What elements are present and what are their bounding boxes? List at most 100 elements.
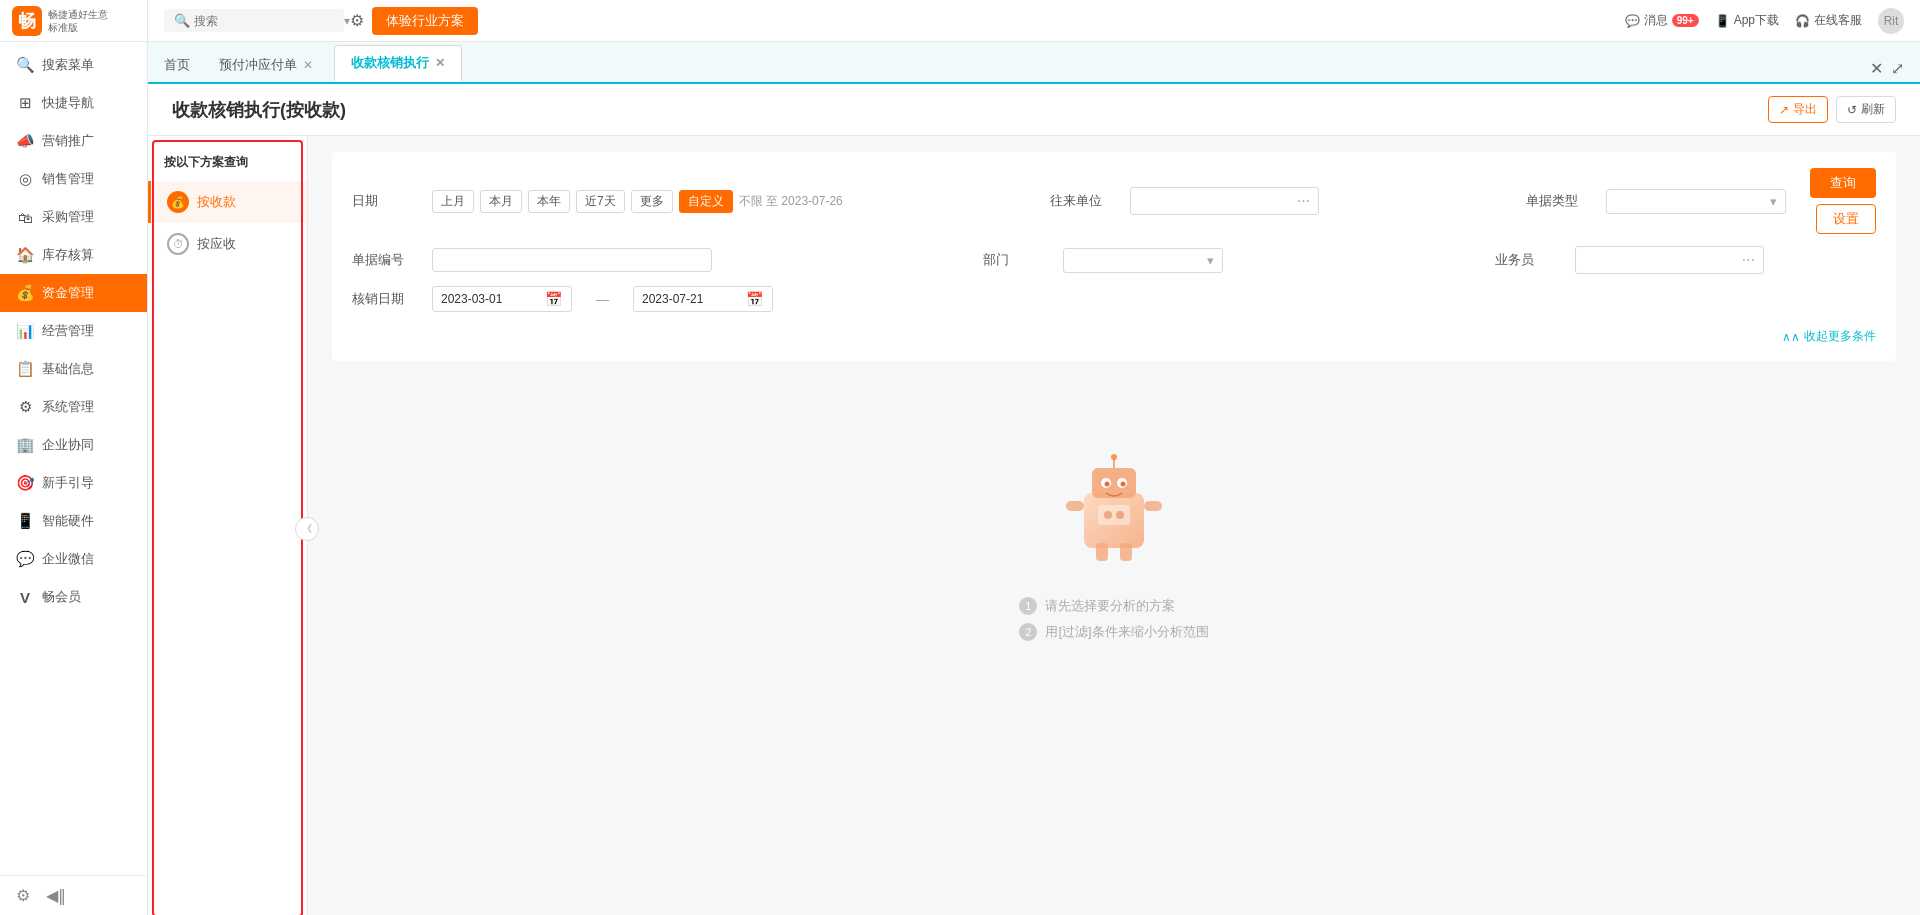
dept-select[interactable]: ▾: [1063, 248, 1223, 273]
sidebar-settings-icon[interactable]: ⚙: [16, 886, 30, 905]
tab-receiptvoid[interactable]: 收款核销执行 ✕: [334, 45, 462, 82]
tab-prepay[interactable]: 预付冲应付单 ✕: [202, 47, 330, 82]
sidebar-label-search: 搜索菜单: [42, 56, 94, 74]
date-btn-thisyear[interactable]: 本年: [528, 190, 570, 213]
sidebar-item-system[interactable]: ⚙ 系统管理: [0, 388, 147, 426]
right-content: 日期 上月 本月 本年 近7天 更多 自定义 不限 至 2023-07-26 往…: [308, 136, 1920, 915]
collapse-more-btn[interactable]: ∧∧ 收起更多条件: [1782, 328, 1876, 345]
date-filter-label: 日期: [352, 192, 408, 210]
staff-input[interactable]: [1584, 253, 1734, 267]
sidebar-item-finance[interactable]: 💰 资金管理: [0, 274, 147, 312]
solution-button[interactable]: 体验行业方案: [372, 7, 478, 35]
sidebar-item-basic[interactable]: 📋 基础信息: [0, 350, 147, 388]
tab-close-all-btn[interactable]: ✕: [1870, 59, 1883, 78]
date-btn-more[interactable]: 更多: [631, 190, 673, 213]
sidebar-item-quicknav[interactable]: ⊞ 快捷导航: [0, 84, 147, 122]
export-button[interactable]: ↗ 导出: [1768, 96, 1828, 123]
sidebar-item-stock[interactable]: 🏠 库存核算: [0, 236, 147, 274]
date-btn-last7days[interactable]: 近7天: [576, 190, 625, 213]
refresh-button[interactable]: ↺ 刷新: [1836, 96, 1896, 123]
sidebar-label-finance: 资金管理: [42, 284, 94, 302]
tab-expand-btn[interactable]: ⤢: [1891, 59, 1904, 78]
doctype-select[interactable]: ▾: [1606, 189, 1786, 214]
customer-service-btn[interactable]: 🎧 在线客服: [1795, 12, 1862, 29]
customer-service-label: 在线客服: [1814, 12, 1862, 29]
app-download-btn[interactable]: 📱 App下载: [1715, 12, 1779, 29]
enterprise-icon: 🏢: [16, 436, 34, 454]
partner-dots[interactable]: ···: [1297, 192, 1310, 210]
sidebar-item-wechat[interactable]: 💬 企业微信: [0, 540, 147, 578]
date-btn-thismonth[interactable]: 本月: [480, 190, 522, 213]
marketing-icon: 📣: [16, 132, 34, 150]
tab-prepay-close[interactable]: ✕: [303, 58, 313, 72]
sidebar-item-hardware[interactable]: 📱 智能硬件: [0, 502, 147, 540]
page-title: 收款核销执行(按收款): [172, 98, 346, 134]
svg-rect-7: [1144, 501, 1162, 511]
left-panel: 按以下方案查询 💰 按收款 ⏱ 按应收 《: [148, 136, 308, 915]
sidebar-label-sales: 销售管理: [42, 170, 94, 188]
verify-date-label: 核销日期: [352, 290, 408, 308]
verify-date-start-wrapper[interactable]: 2023-03-01 📅: [432, 286, 572, 312]
message-btn[interactable]: 💬 消息 99+: [1625, 12, 1699, 29]
sidebar-item-operations[interactable]: 📊 经营管理: [0, 312, 147, 350]
partner-input[interactable]: [1139, 194, 1289, 208]
tab-prepay-label: 预付冲应付单: [219, 56, 297, 74]
main-content: 收款核销执行(按收款) ↗ 导出 ↺ 刷新 按以下方案查询 💰 按收款 ⏱: [148, 0, 1920, 915]
sidebar-label-hardware: 智能硬件: [42, 512, 94, 530]
sidebar-nav: 🔍 搜索菜单 ⊞ 快捷导航 📣 营销推广 ◎ 销售管理 🛍 采购管理 🏠 库存核…: [0, 42, 147, 875]
sidebar-item-purchase[interactable]: 🛍 采购管理: [0, 198, 147, 236]
date-btn-custom[interactable]: 自定义: [679, 190, 733, 213]
tab-bar-actions: ✕ ⤢: [1870, 59, 1904, 82]
finance-icon: 💰: [16, 284, 34, 302]
tab-receiptvoid-close[interactable]: ✕: [435, 56, 445, 70]
sidebar-item-guide[interactable]: 🎯 新手引导: [0, 464, 147, 502]
left-panel-title: 按以下方案查询: [148, 148, 307, 181]
empty-steps: 1 请先选择要分析的方案 2 用[过滤]条件来缩小分析范围: [1019, 593, 1208, 645]
partner-select[interactable]: ···: [1130, 187, 1319, 215]
sidebar-item-member[interactable]: V 畅会员: [0, 578, 147, 616]
settings-button[interactable]: 设置: [1816, 204, 1876, 234]
user-avatar: Rit: [1878, 8, 1904, 34]
top-search-input[interactable]: [194, 14, 324, 28]
top-search-box[interactable]: 🔍: [164, 9, 344, 32]
date-btn-lastmonth[interactable]: 上月: [432, 190, 474, 213]
calendar-end-icon[interactable]: 📅: [746, 291, 763, 307]
page-header-actions: ↗ 导出 ↺ 刷新: [1768, 96, 1896, 135]
collapse-up-icon: ∧∧: [1782, 330, 1800, 344]
tab-receiptvoid-label: 收款核销执行: [351, 54, 429, 72]
left-panel-item-by-receipt[interactable]: 💰 按收款: [148, 181, 307, 223]
staff-dots[interactable]: ···: [1742, 251, 1755, 269]
sidebar-item-sales[interactable]: ◎ 销售管理: [0, 160, 147, 198]
query-button[interactable]: 查询: [1810, 168, 1876, 198]
svg-point-4: [1105, 482, 1110, 487]
doctype-select-input[interactable]: [1615, 194, 1766, 208]
verify-date-end-input[interactable]: 2023-07-21: [642, 292, 742, 306]
filter-section: 日期 上月 本月 本年 近7天 更多 自定义 不限 至 2023-07-26 往…: [332, 152, 1896, 361]
left-panel-item-by-receivable[interactable]: ⏱ 按应收: [148, 223, 307, 265]
dept-select-input[interactable]: [1072, 253, 1203, 267]
top-gear-icon[interactable]: ⚙: [350, 11, 364, 30]
svg-rect-12: [1098, 505, 1130, 525]
docnum-input[interactable]: [432, 248, 712, 272]
verify-date-start-input[interactable]: 2023-03-01: [441, 292, 541, 306]
sidebar-label-marketing: 营销推广: [42, 132, 94, 150]
refresh-icon: ↺: [1847, 103, 1857, 117]
verify-date-end-wrapper[interactable]: 2023-07-21 📅: [633, 286, 773, 312]
sidebar-item-marketing[interactable]: 📣 营销推广: [0, 122, 147, 160]
sidebar-collapse-icon[interactable]: ◀‖: [46, 886, 66, 905]
date-btns-group: 上月 本月 本年 近7天 更多 自定义 不限 至 2023-07-26: [432, 190, 843, 213]
empty-step-2: 2 用[过滤]条件来缩小分析范围: [1019, 619, 1208, 645]
calendar-start-icon[interactable]: 📅: [545, 291, 562, 307]
left-panel-collapse-btn[interactable]: 《: [295, 517, 319, 541]
headset-icon: 🎧: [1795, 14, 1810, 28]
page-header: 收款核销执行(按收款) ↗ 导出 ↺ 刷新: [148, 84, 1920, 136]
tab-home[interactable]: 首页: [164, 48, 202, 82]
empty-step-1: 1 请先选择要分析的方案: [1019, 593, 1208, 619]
sidebar-item-search[interactable]: 🔍 搜索菜单: [0, 46, 147, 84]
sales-icon: ◎: [16, 170, 34, 188]
sidebar-item-enterprise[interactable]: 🏢 企业协同: [0, 426, 147, 464]
collapse-more-label: 收起更多条件: [1804, 328, 1876, 345]
by-receipt-label: 按收款: [197, 193, 236, 211]
user-menu[interactable]: Rit: [1878, 8, 1904, 34]
staff-select[interactable]: ···: [1575, 246, 1764, 274]
